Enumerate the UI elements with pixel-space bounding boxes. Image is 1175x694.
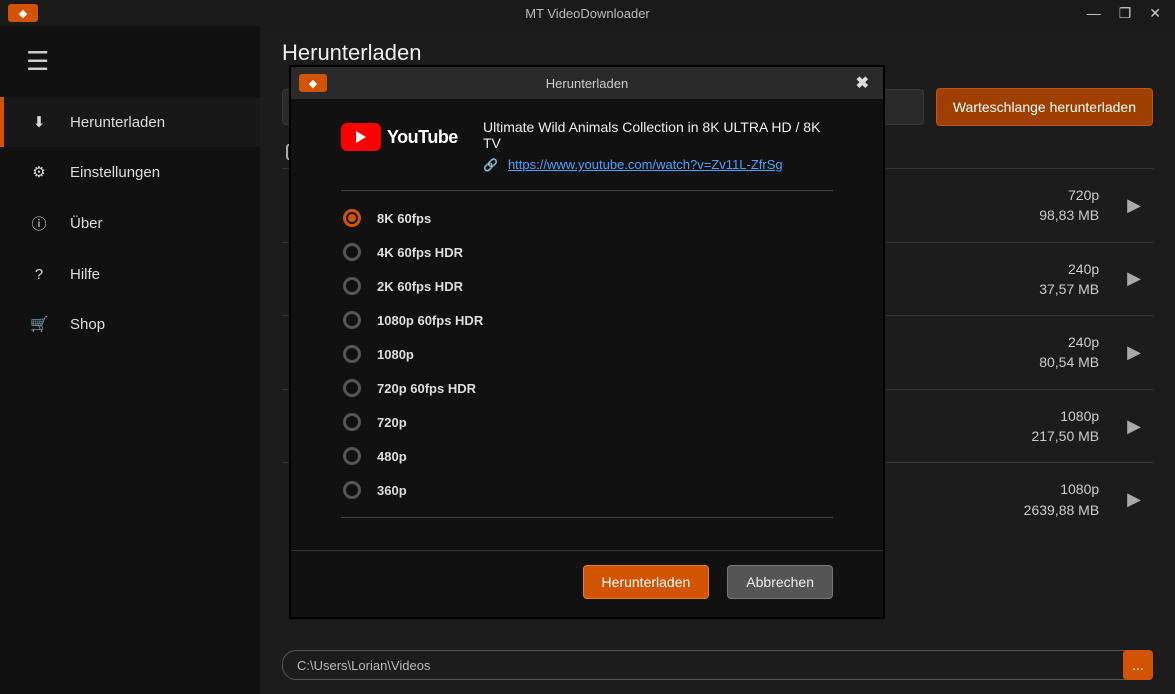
quality-label: 8K 60fps [377,211,431,226]
quality-option[interactable]: 720p 60fps HDR [343,379,833,397]
radio-icon [343,277,361,295]
video-title: Ultimate Wild Animals Collection in 8K U… [483,119,833,151]
quality-option[interactable]: 4K 60fps HDR [343,243,833,261]
item-quality: 720p [1039,185,1099,205]
quality-label: 1080p 60fps HDR [377,313,483,328]
divider [341,190,833,191]
link-icon: 🔗 [483,158,498,172]
modal-title: Herunterladen [291,76,883,91]
gear-icon: ⚙ [30,163,48,181]
play-icon[interactable]: ▶ [1121,342,1147,363]
radio-icon [343,447,361,465]
item-size: 37,57 MB [1039,279,1099,299]
youtube-logo: YouTube [341,119,467,155]
download-icon: ⬇ [30,113,48,131]
download-modal: ◆ Herunterladen ✖ YouTube Ultimate Wild … [290,66,884,618]
download-queue-button[interactable]: Warteschlange herunterladen [936,88,1153,126]
quality-option[interactable]: 8K 60fps [343,209,833,227]
play-icon[interactable]: ▶ [1121,195,1147,216]
sidebar-item-shop[interactable]: 🛒 Shop [0,299,260,349]
sidebar-item-about[interactable]: ⓘ Über [0,197,260,250]
app-titlebar: ◆ MT VideoDownloader — ❐ ✕ [0,0,1175,26]
quality-option[interactable]: 720p [343,413,833,431]
item-size: 217,50 MB [1031,426,1099,446]
close-button[interactable]: ✕ [1149,5,1161,22]
quality-option[interactable]: 2K 60fps HDR [343,277,833,295]
quality-label: 4K 60fps HDR [377,245,463,260]
radio-icon [343,413,361,431]
quality-option[interactable]: 1080p [343,345,833,363]
info-icon: ⓘ [30,213,48,234]
item-quality: 1080p [1031,406,1099,426]
help-icon: ? [30,266,48,283]
play-icon[interactable]: ▶ [1121,416,1147,437]
radio-icon [343,379,361,397]
item-quality: 240p [1039,332,1099,352]
browse-button[interactable]: ... [1123,650,1153,680]
radio-icon [343,209,361,227]
cancel-button[interactable]: Abbrechen [727,565,833,599]
source-name: YouTube [387,127,458,148]
item-quality: 1080p [1024,479,1100,499]
hamburger-icon[interactable]: ☰ [0,36,260,97]
cart-icon: 🛒 [30,315,48,333]
sidebar: ☰ ⬇ Herunterladen ⚙ Einstellungen ⓘ Über… [0,26,260,694]
quality-option[interactable]: 1080p 60fps HDR [343,311,833,329]
video-url-link[interactable]: https://www.youtube.com/watch?v=Zv11L-Zf… [508,157,783,172]
minimize-button[interactable]: — [1087,5,1101,22]
save-path-value: C:\Users\Lorian\Videos [297,658,430,673]
divider [341,517,833,518]
item-size: 2639,88 MB [1024,500,1100,520]
youtube-play-icon [341,123,381,151]
sidebar-item-label: Hilfe [70,266,100,283]
item-size: 98,83 MB [1039,205,1099,225]
modal-close-button[interactable]: ✖ [842,73,883,93]
radio-icon [343,311,361,329]
quality-options: 8K 60fps 4K 60fps HDR 2K 60fps HDR 1080p… [341,209,833,499]
radio-icon [343,243,361,261]
radio-icon [343,481,361,499]
sidebar-item-label: Einstellungen [70,164,160,181]
modal-titlebar: ◆ Herunterladen ✖ [291,67,883,99]
item-quality: 240p [1039,259,1099,279]
sidebar-item-label: Shop [70,316,105,333]
quality-label: 480p [377,449,407,464]
modal-logo-icon: ◆ [299,74,327,92]
sidebar-item-help[interactable]: ? Hilfe [0,250,260,299]
quality-option[interactable]: 360p [343,481,833,499]
sidebar-item-download[interactable]: ⬇ Herunterladen [0,97,260,147]
page-title: Herunterladen [282,40,1153,66]
maximize-button[interactable]: ❐ [1119,5,1132,22]
play-icon[interactable]: ▶ [1121,268,1147,289]
radio-icon [343,345,361,363]
app-title: MT VideoDownloader [0,6,1175,21]
quality-label: 1080p [377,347,414,362]
quality-label: 2K 60fps HDR [377,279,463,294]
sidebar-item-settings[interactable]: ⚙ Einstellungen [0,147,260,197]
sidebar-item-label: Über [70,215,103,232]
item-size: 80,54 MB [1039,352,1099,372]
confirm-download-button[interactable]: Herunterladen [583,565,710,599]
play-icon[interactable]: ▶ [1121,489,1147,510]
save-path-input[interactable]: C:\Users\Lorian\Videos [282,650,1145,680]
app-logo-icon: ◆ [8,4,38,22]
sidebar-item-label: Herunterladen [70,114,165,131]
quality-label: 720p [377,415,407,430]
quality-label: 720p 60fps HDR [377,381,476,396]
quality-option[interactable]: 480p [343,447,833,465]
quality-label: 360p [377,483,407,498]
